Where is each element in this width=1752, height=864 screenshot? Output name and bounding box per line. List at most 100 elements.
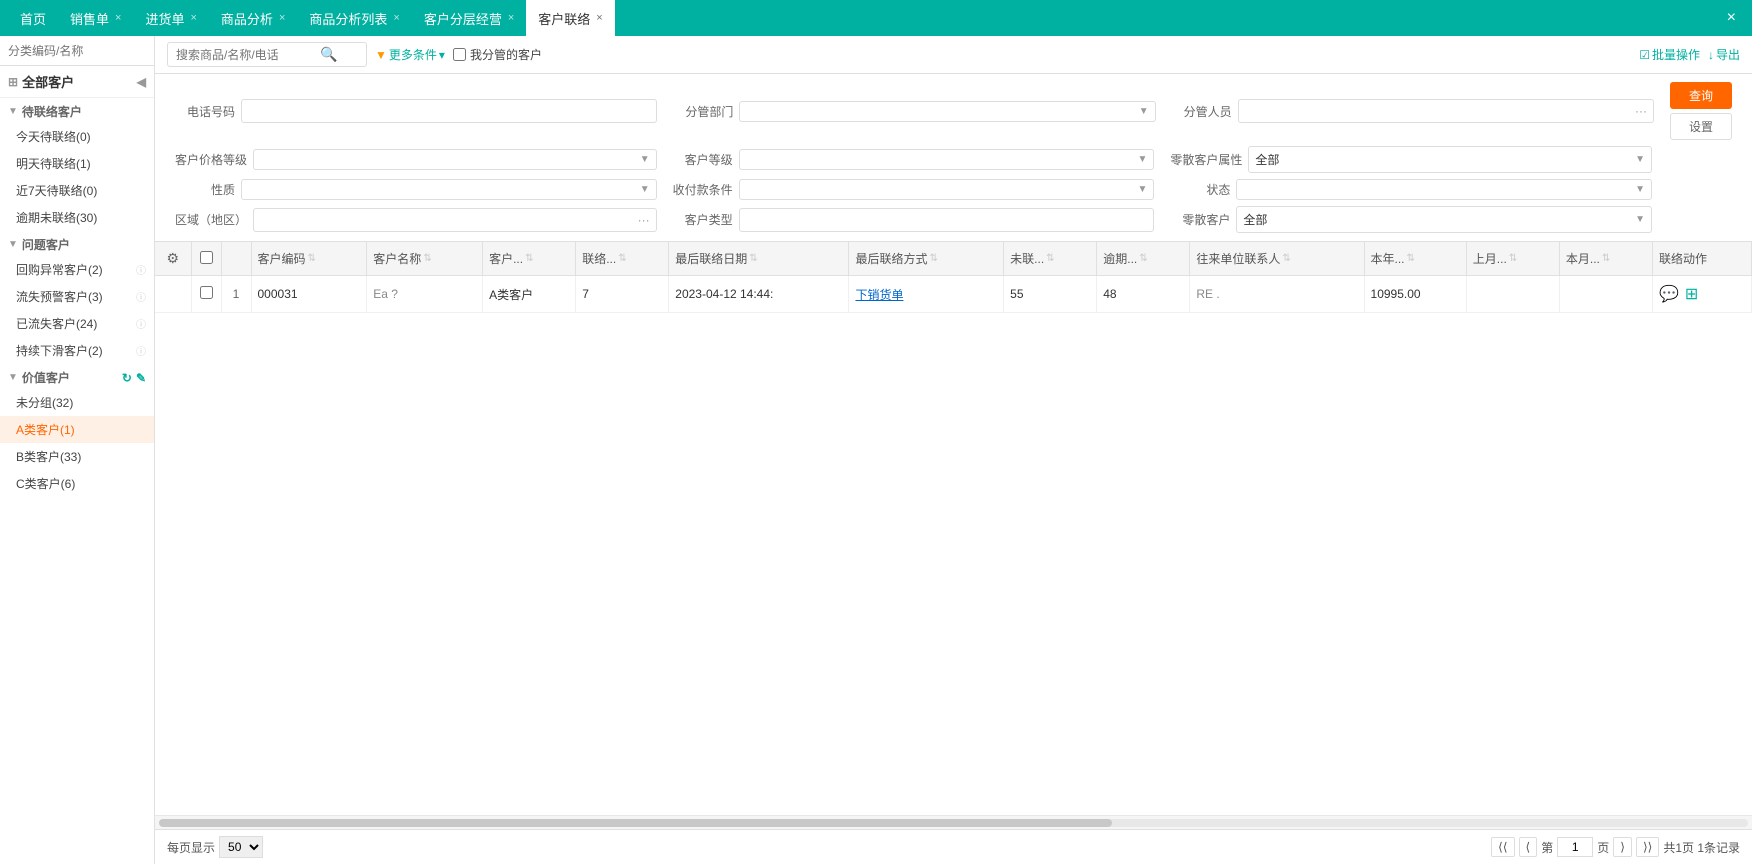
sidebar-item-declining[interactable]: 持续下滑客户(2) ⓘ <box>0 337 154 364</box>
main-search-input[interactable] <box>176 48 316 62</box>
unit-contact-column-header[interactable]: 往来单位联系人 ⇅ <box>1190 242 1364 276</box>
global-close-button[interactable]: × <box>1719 9 1744 27</box>
retail-attr-label: 零散客户属性 <box>1170 151 1242 168</box>
region-dots-icon: ··· <box>638 213 650 227</box>
this-month-column-header[interactable]: 本月... ⇅ <box>1559 242 1652 276</box>
sidebar-item-tomorrow[interactable]: 明天待联络(1) <box>0 150 154 177</box>
nav-tab-purchase[interactable]: 进货单 × <box>133 0 208 36</box>
nav-home[interactable]: 首页 <box>8 0 58 36</box>
more-filter-button[interactable]: ▼ 更多条件 ▾ <box>375 46 445 63</box>
row-qr-icon[interactable]: ⊞ <box>1685 284 1698 304</box>
close-customer-tier-icon[interactable]: × <box>508 12 514 24</box>
customer-name-column-header[interactable]: 客户名称 ⇅ <box>367 242 483 276</box>
customer-level-label: 客户等级 <box>673 151 733 168</box>
filter-row-3: 性质 ▼ 收付款条件 ▼ 状态 <box>167 179 1740 200</box>
nav-tab-analysis[interactable]: 商品分析 × <box>209 0 297 36</box>
close-purchase-icon[interactable]: × <box>190 12 196 24</box>
close-analysis-list-icon[interactable]: × <box>393 12 399 24</box>
nav-tab-salesorder[interactable]: 销售单 × <box>58 0 133 36</box>
row-checkbox[interactable] <box>200 286 213 299</box>
uncontacted-column-header[interactable]: 未联... ⇅ <box>1004 242 1097 276</box>
sidebar: 🔍 ⊞ 全部客户 ◀ ▼ 待联络客户 今天待联络(0) 明天待联络(1) 近7天… <box>0 36 155 864</box>
sidebar-item-churned[interactable]: 已流失客户(24) ⓘ <box>0 310 154 337</box>
query-button[interactable]: 查询 <box>1670 82 1732 109</box>
nav-tab-analysis-list[interactable]: 商品分析列表 × <box>297 0 411 36</box>
nav-tab-customer-tier[interactable]: 客户分层经营 × <box>412 0 526 36</box>
sidebar-item-today[interactable]: 今天待联络(0) <box>0 123 154 150</box>
region-select[interactable]: ··· <box>253 208 657 232</box>
last-month-column-header[interactable]: 上月... ⇅ <box>1466 242 1559 276</box>
export-button[interactable]: ↓ 导出 <box>1708 46 1740 63</box>
price-level-arrow-icon: ▼ <box>640 154 650 165</box>
retail-attr-select[interactable]: 全部 ▼ <box>1248 146 1652 173</box>
page-of-label: 页 <box>1597 839 1609 856</box>
refresh-value-icon[interactable]: ↻ <box>122 371 132 385</box>
sort-unit-icon: ⇅ <box>1282 253 1290 264</box>
row-message-icon[interactable]: 💬 <box>1659 284 1679 304</box>
all-customers-header[interactable]: ⊞ 全部客户 ◀ <box>0 66 154 98</box>
retail-customer-select[interactable]: 全部 ▼ <box>1236 206 1652 233</box>
dept-select[interactable]: ▼ <box>739 101 1155 122</box>
customer-type-input[interactable] <box>739 208 1155 232</box>
content-area: 🔍 ▼ 更多条件 ▾ 我分管的客户 ☑ 批量操作 ↓ 导出 <box>155 36 1752 864</box>
prev-page-button[interactable]: ⟨ <box>1519 837 1538 857</box>
status-select[interactable]: ▼ <box>1236 179 1652 200</box>
customer-type-column-header[interactable]: 客户... ⇅ <box>483 242 576 276</box>
filter-icon: ▼ <box>375 48 387 62</box>
nature-select[interactable]: ▼ <box>241 179 657 200</box>
overdue-column-header[interactable]: 逾期... ⇅ <box>1097 242 1190 276</box>
per-page-select[interactable]: 50 <box>219 836 263 858</box>
batch-operation-button[interactable]: ☑ 批量操作 <box>1639 46 1700 63</box>
group-value-customers: ▼ 价值客户 ↻ ✎ <box>0 364 154 389</box>
row-customer-type-cell: A类客户 <box>483 276 576 313</box>
region-label: 区域（地区） <box>175 211 247 228</box>
sidebar-item-class-a[interactable]: A类客户(1) <box>0 416 154 443</box>
last-contact-date-column-header[interactable]: 最后联络日期 ⇅ <box>669 242 849 276</box>
this-year-column-header[interactable]: 本年... ⇅ <box>1364 242 1466 276</box>
customer-code-column-header[interactable]: 客户编码 ⇅ <box>251 242 367 276</box>
contact-count-column-header[interactable]: 联络... ⇅ <box>576 242 669 276</box>
sidebar-item-7days[interactable]: 近7天待联络(0) <box>0 177 154 204</box>
next-page-button[interactable]: ⟩ <box>1613 837 1632 857</box>
sidebar-item-churn-warning[interactable]: 流失预警客户(3) ⓘ <box>0 283 154 310</box>
table-row: 1 000031 Ea ? A类客户 7 <box>155 276 1752 313</box>
info-icon-1[interactable]: ⓘ <box>136 262 146 277</box>
price-level-select[interactable]: ▼ <box>253 149 657 170</box>
info-icon-3[interactable]: ⓘ <box>136 316 146 331</box>
last-page-button[interactable]: ⟩⟩ <box>1636 837 1659 857</box>
first-page-button[interactable]: ⟨⟨ <box>1491 837 1514 857</box>
phone-input[interactable] <box>241 99 657 123</box>
close-salesorder-icon[interactable]: × <box>115 12 121 24</box>
payment-select[interactable]: ▼ <box>739 179 1155 200</box>
select-all-checkbox[interactable] <box>200 251 213 264</box>
sidebar-item-class-c[interactable]: C类客户(6) <box>0 470 154 497</box>
column-settings-icon[interactable]: ⚙ <box>166 250 179 266</box>
close-analysis-icon[interactable]: × <box>279 12 285 24</box>
settings-button[interactable]: 设置 <box>1670 113 1732 140</box>
sidebar-item-ungrouped[interactable]: 未分组(32) <box>0 389 154 416</box>
main-search-icon[interactable]: 🔍 <box>320 46 337 63</box>
info-icon-4[interactable]: ⓘ <box>136 343 146 358</box>
info-icon-2[interactable]: ⓘ <box>136 289 146 304</box>
horizontal-scrollbar[interactable] <box>155 815 1752 829</box>
row-contact-count-cell: 7 <box>576 276 669 313</box>
page-number-input[interactable] <box>1557 837 1593 857</box>
sort-uncontacted-icon: ⇅ <box>1046 253 1054 264</box>
pagination-controls: ⟨⟨ ⟨ 第 页 ⟩ ⟩⟩ 共1页 1条记录 <box>1491 837 1740 857</box>
settings-column-header[interactable]: ⚙ <box>155 242 191 276</box>
collapse-sidebar-icon[interactable]: ◀ <box>137 75 146 89</box>
close-customer-contact-icon[interactable]: × <box>596 12 602 24</box>
customer-level-select[interactable]: ▼ <box>739 149 1155 170</box>
nav-tab-customer-contact[interactable]: 客户联络 × <box>526 0 614 36</box>
sidebar-item-overdue[interactable]: 逾期未联络(30) <box>0 204 154 231</box>
status-label: 状态 <box>1170 181 1230 198</box>
edit-value-icon[interactable]: ✎ <box>136 371 146 385</box>
scrollbar-thumb[interactable] <box>159 819 1112 827</box>
last-contact-method-column-header[interactable]: 最后联络方式 ⇅ <box>849 242 1004 276</box>
sidebar-item-repurchase-anomaly[interactable]: 回购异常客户(2) ⓘ <box>0 256 154 283</box>
manager-select[interactable]: ··· <box>1238 99 1654 123</box>
my-customer-checkbox[interactable] <box>453 48 466 61</box>
sidebar-search-input[interactable] <box>8 44 155 58</box>
sidebar-item-class-b[interactable]: B类客户(33) <box>0 443 154 470</box>
last-contact-method-link[interactable]: 下销货单 <box>855 288 903 302</box>
